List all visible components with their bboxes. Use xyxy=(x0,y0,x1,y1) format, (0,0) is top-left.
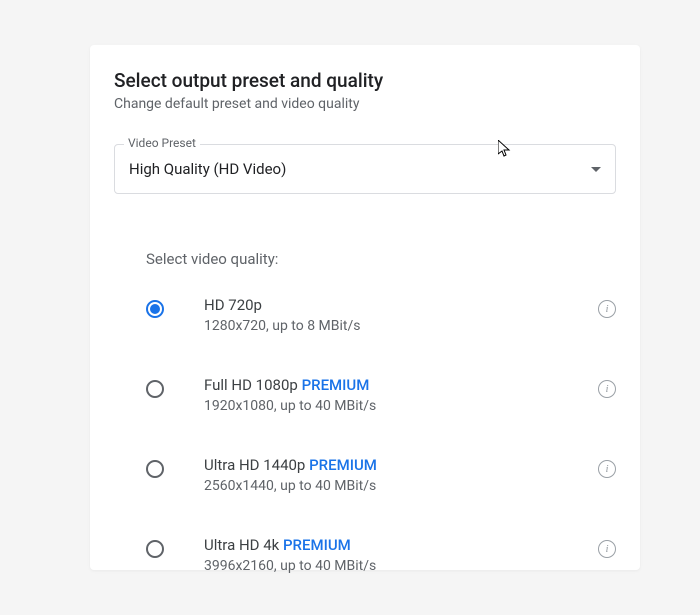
quality-title: HD 720p xyxy=(204,296,598,314)
radio-button[interactable] xyxy=(146,380,164,398)
radio-content: Full HD 1080p PREMIUM 1920x1080, up to 4… xyxy=(204,376,598,414)
radio-content: Ultra HD 4k PREMIUM 3996x2160, up to 40 … xyxy=(204,536,598,574)
quality-title: Ultra HD 1440p PREMIUM xyxy=(204,456,598,474)
page-title: Select output preset and quality xyxy=(114,69,616,92)
premium-badge: PREMIUM xyxy=(309,456,377,474)
quality-sub: 2560x1440, up to 40 MBit/s xyxy=(204,478,598,494)
premium-badge: PREMIUM xyxy=(302,376,370,394)
quality-sub: 1280x720, up to 8 MBit/s xyxy=(204,318,598,334)
radio-button[interactable] xyxy=(146,460,164,478)
quality-option-4k[interactable]: Ultra HD 4k PREMIUM 3996x2160, up to 40 … xyxy=(146,536,616,574)
page-subtitle: Change default preset and video quality xyxy=(114,96,616,112)
premium-badge: PREMIUM xyxy=(283,536,351,554)
quality-radio-group: HD 720p 1280x720, up to 8 MBit/s i Full … xyxy=(146,296,616,574)
video-preset-field: Video Preset High Quality (HD Video) xyxy=(114,144,616,194)
quality-title: Full HD 1080p PREMIUM xyxy=(204,376,598,394)
quality-option-1440p[interactable]: Ultra HD 1440p PREMIUM 2560x1440, up to … xyxy=(146,456,616,494)
radio-content: HD 720p 1280x720, up to 8 MBit/s xyxy=(204,296,598,334)
quality-option-1080p[interactable]: Full HD 1080p PREMIUM 1920x1080, up to 4… xyxy=(146,376,616,414)
quality-option-720p[interactable]: HD 720p 1280x720, up to 8 MBit/s i xyxy=(146,296,616,334)
quality-title: Ultra HD 4k PREMIUM xyxy=(204,536,598,554)
video-preset-value: High Quality (HD Video) xyxy=(129,160,286,178)
info-icon[interactable]: i xyxy=(598,300,616,318)
video-preset-select[interactable]: High Quality (HD Video) xyxy=(114,144,616,194)
info-icon[interactable]: i xyxy=(598,380,616,398)
radio-button[interactable] xyxy=(146,540,164,558)
video-preset-label: Video Preset xyxy=(124,136,200,150)
settings-card: Select output preset and quality Change … xyxy=(90,45,640,570)
radio-button[interactable] xyxy=(146,300,164,318)
quality-sub: 3996x2160, up to 40 MBit/s xyxy=(204,558,598,574)
quality-sub: 1920x1080, up to 40 MBit/s xyxy=(204,398,598,414)
quality-section-label: Select video quality: xyxy=(146,250,616,268)
chevron-down-icon xyxy=(591,167,601,172)
radio-content: Ultra HD 1440p PREMIUM 2560x1440, up to … xyxy=(204,456,598,494)
info-icon[interactable]: i xyxy=(598,540,616,558)
info-icon[interactable]: i xyxy=(598,460,616,478)
